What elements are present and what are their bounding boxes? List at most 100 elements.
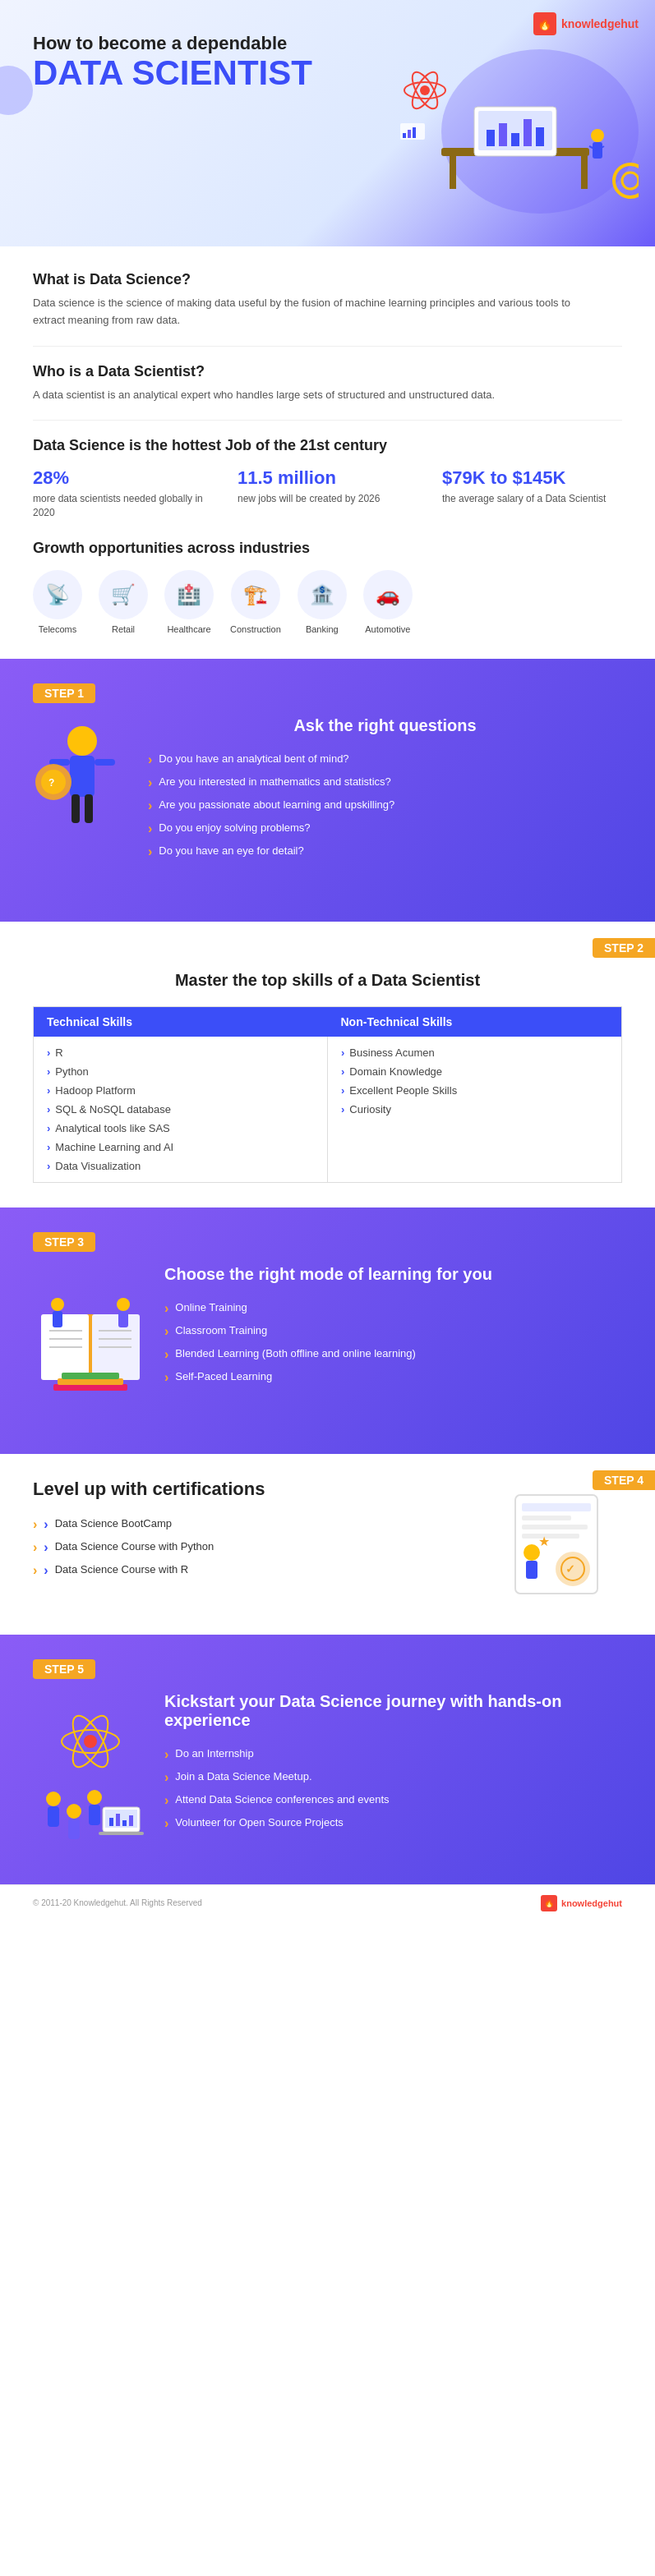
step5-text: Kickstart your Data Science journey with… (164, 1692, 622, 1835)
step2-badge: STEP 2 (593, 938, 655, 958)
tech-skill-2: Hadoop Platform (47, 1081, 314, 1100)
footer-logo-icon: 🔥 (541, 1895, 557, 1911)
tech-skill-3: SQL & NoSQL database (47, 1100, 314, 1119)
step1-list: Do you have an analytical bent of mind?A… (148, 748, 622, 863)
step4-badge: STEP 4 (593, 1470, 655, 1490)
step3-list-item-0: Online Training (164, 1297, 622, 1320)
stat-item-1: 28% more data scientists needed globally… (33, 467, 213, 520)
stat-label-3: the average salary of a Data Scientist (442, 492, 622, 506)
tech-skill-6: Data Visualization (47, 1157, 314, 1175)
step5-content: Kickstart your Data Science journey with… (33, 1692, 622, 1860)
svg-rect-7 (499, 123, 507, 146)
step5-section: STEP 5 (0, 1635, 655, 1884)
logo-prefix: knowledge (561, 17, 620, 30)
step1-section: STEP 1 ? Ask the right questions Do you … (0, 659, 655, 922)
step4-title: Level up with certifications (33, 1479, 474, 1500)
tech-skill-4: Analytical tools like SAS (47, 1119, 314, 1138)
step5-badge: STEP 5 (33, 1659, 95, 1679)
industry-icon-2: 🏥 (164, 570, 214, 619)
svg-point-69 (87, 1790, 102, 1805)
step4-list-item-2: ›Data Science Course with R (33, 1559, 474, 1582)
svg-rect-8 (511, 133, 519, 146)
technical-skills-cell: RPythonHadoop PlatformSQL & NoSQL databa… (34, 1037, 328, 1183)
stat-number-3: $79K to $145K (442, 467, 622, 489)
step1-list-item-3: Do you enjoy solving problems? (148, 817, 622, 840)
non-technical-skills-cell: Business AcumenDomain KnowledgeExcellent… (328, 1037, 622, 1183)
svg-point-45 (117, 1298, 130, 1311)
industry-item-3: 🏗️ Construction (230, 570, 281, 634)
step1-list-item-1: Are you interested in mathematics and st… (148, 771, 622, 794)
step5-list-item-3: Volunteer for Open Source Projects (164, 1812, 622, 1835)
industry-item-2: 🏥 Healthcare (164, 570, 214, 634)
svg-rect-10 (536, 127, 544, 146)
svg-rect-73 (99, 1832, 144, 1835)
step5-illustration (33, 1692, 148, 1860)
skills-table: Technical Skills Non-Technical Skills RP… (33, 1006, 622, 1183)
industry-label-5: Automotive (365, 624, 410, 634)
svg-text:★: ★ (538, 1534, 550, 1548)
step3-content: Choose the right mode of learning for yo… (33, 1265, 622, 1396)
step3-list: Online TrainingClassroom TrainingBlended… (164, 1297, 622, 1389)
non-tech-skill-0: Business Acumen (341, 1043, 608, 1062)
non-technical-heading: Non-Technical Skills (328, 1006, 622, 1037)
logo: 🔥 knowledgehut (533, 12, 639, 35)
svg-point-64 (84, 1735, 97, 1748)
industry-label-1: Retail (112, 624, 135, 634)
industry-label-2: Healthcare (167, 624, 210, 634)
industry-label-4: Banking (306, 624, 339, 634)
footer-logo: 🔥 knowledgehut (541, 1895, 622, 1911)
info-section: What is Data Science? Data science is th… (0, 246, 655, 659)
logo-icon: 🔥 (533, 12, 556, 35)
who-is-text: A data scientist is an analytical expert… (33, 387, 592, 404)
svg-rect-75 (116, 1814, 120, 1826)
step1-list-item-4: Do you have an eye for detail? (148, 840, 622, 863)
step1-text: Ask the right questions Do you have an a… (148, 716, 622, 863)
step4-list-item-0: ›Data Science BootCamp (33, 1513, 474, 1536)
svg-rect-9 (524, 119, 532, 146)
logo-text: knowledgehut (561, 17, 639, 30)
svg-rect-74 (109, 1818, 113, 1826)
svg-point-67 (67, 1804, 81, 1819)
svg-rect-66 (48, 1806, 59, 1827)
step4-section: STEP 4 Level up with certifications ›Dat… (0, 1454, 655, 1635)
footer-logo-highlight: hut (608, 1898, 622, 1908)
deco-circle (0, 66, 33, 115)
svg-rect-49 (62, 1373, 119, 1379)
non-technical-skills-list: Business AcumenDomain KnowledgeExcellent… (341, 1043, 608, 1119)
stat-label-1: more data scientists needed globally in … (33, 492, 213, 520)
non-tech-skill-1: Domain Knowledge (341, 1062, 608, 1081)
industry-icon-3: 🏗️ (231, 570, 280, 619)
technical-heading: Technical Skills (34, 1006, 328, 1037)
hero-title: DATA SCIENTIST (33, 54, 362, 92)
svg-rect-44 (53, 1311, 62, 1327)
step3-list-item-2: Blended Learning (Both offline and onlin… (164, 1343, 622, 1366)
non-tech-skill-3: Curiosity (341, 1100, 608, 1119)
svg-rect-48 (58, 1378, 123, 1385)
svg-rect-77 (129, 1815, 133, 1826)
step3-badge: STEP 3 (33, 1232, 95, 1252)
step3-section: STEP 3 (0, 1208, 655, 1454)
stat-label-2: new jobs will be created by 2026 (238, 492, 417, 506)
step1-list-item-2: Are you passionate about learning and up… (148, 794, 622, 817)
svg-rect-51 (522, 1503, 591, 1511)
step3-list-item-1: Classroom Training (164, 1320, 622, 1343)
stat-item-2: 11.5 million new jobs will be created by… (238, 467, 417, 520)
svg-text:✓: ✓ (565, 1562, 575, 1576)
what-is-text: Data science is the science of making da… (33, 295, 592, 329)
stat-number-1: 28% (33, 467, 213, 489)
svg-rect-54 (522, 1534, 579, 1539)
industry-icon-5: 🚗 (363, 570, 413, 619)
svg-rect-26 (70, 756, 95, 797)
step3-text: Choose the right mode of learning for yo… (164, 1265, 622, 1389)
industry-icon-1: 🛒 (99, 570, 148, 619)
footer-logo-prefix: knowledge (561, 1898, 608, 1908)
hottest-job-heading: Data Science is the hottest Job of the 2… (33, 437, 622, 454)
technical-skills-list: RPythonHadoop PlatformSQL & NoSQL databa… (47, 1043, 314, 1175)
tech-skill-0: R (47, 1043, 314, 1062)
step5-list-item-0: Do an Internship (164, 1743, 622, 1766)
non-tech-skill-2: Excellent People Skills (341, 1081, 608, 1100)
svg-rect-6 (487, 130, 495, 146)
step1-list-item-0: Do you have an analytical bent of mind? (148, 748, 622, 771)
hero-illustration (376, 41, 639, 222)
svg-point-65 (46, 1792, 61, 1806)
